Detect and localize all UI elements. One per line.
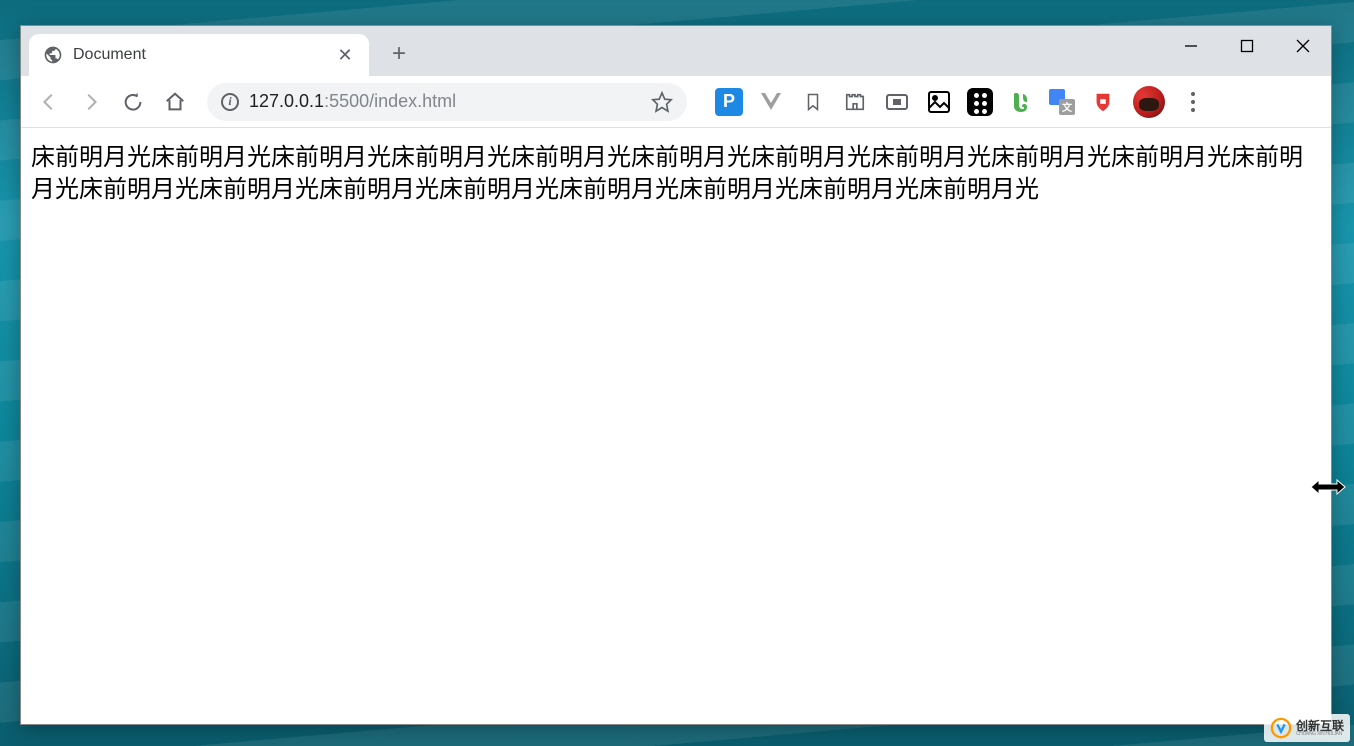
address-bar[interactable]: i 127.0.0.1:5500/index.html — [207, 83, 687, 121]
page-content: 床前明月光床前明月光床前明月光床前明月光床前明月光床前明月光床前明月光床前明月光… — [21, 128, 1331, 724]
watermark-logo-icon — [1270, 717, 1292, 739]
url-port: :5500 — [324, 91, 369, 111]
body-text: 床前明月光床前明月光床前明月光床前明月光床前明月光床前明月光床前明月光床前明月光… — [31, 142, 1321, 207]
home-button[interactable] — [157, 84, 193, 120]
minimize-button[interactable] — [1163, 26, 1219, 66]
extension-grid-icon[interactable] — [967, 88, 993, 116]
google-translate-icon[interactable] — [1049, 89, 1075, 115]
watermark-sub-text: CHUANG XIN HULIAN — [1296, 732, 1344, 737]
back-button[interactable] — [31, 84, 67, 120]
extension-castle-icon[interactable] — [841, 88, 869, 116]
reload-button[interactable] — [115, 84, 151, 120]
url-host: 127.0.0.1 — [249, 91, 324, 111]
close-button[interactable] — [1275, 26, 1331, 66]
watermark: 创新互联 CHUANG XIN HULIAN — [1264, 714, 1350, 742]
url-text: 127.0.0.1:5500/index.html — [249, 91, 456, 112]
browser-menu-button[interactable] — [1175, 84, 1211, 120]
globe-icon — [43, 45, 63, 65]
new-tab-button[interactable]: + — [381, 36, 417, 72]
url-path: /index.html — [369, 91, 456, 111]
maximize-button[interactable] — [1219, 26, 1275, 66]
extension-p-icon[interactable]: P — [715, 88, 743, 116]
bookmark-icon[interactable] — [799, 88, 827, 116]
site-info-icon[interactable]: i — [221, 93, 239, 111]
bookmark-star-icon[interactable] — [651, 91, 673, 113]
evernote-icon[interactable] — [1007, 88, 1035, 116]
watermark-main-text: 创新互联 — [1296, 720, 1344, 732]
image-icon[interactable] — [925, 88, 953, 116]
tab-title: Document — [73, 46, 325, 64]
extension-rect-icon[interactable] — [883, 88, 911, 116]
window-controls — [1163, 26, 1331, 66]
profile-avatar[interactable] — [1133, 86, 1165, 118]
browser-window: Document ✕ + i — [20, 25, 1332, 725]
extensions-area: P — [715, 88, 1117, 116]
browser-toolbar: i 127.0.0.1:5500/index.html P — [21, 76, 1331, 128]
extension-vue-icon[interactable] — [757, 88, 785, 116]
tab-close-button[interactable]: ✕ — [335, 45, 355, 65]
forward-button[interactable] — [73, 84, 109, 120]
watermark-text: 创新互联 CHUANG XIN HULIAN — [1296, 720, 1344, 737]
browser-title-bar: Document ✕ + — [21, 26, 1331, 76]
extension-shield-icon[interactable] — [1089, 88, 1117, 116]
browser-tab[interactable]: Document ✕ — [29, 34, 369, 76]
